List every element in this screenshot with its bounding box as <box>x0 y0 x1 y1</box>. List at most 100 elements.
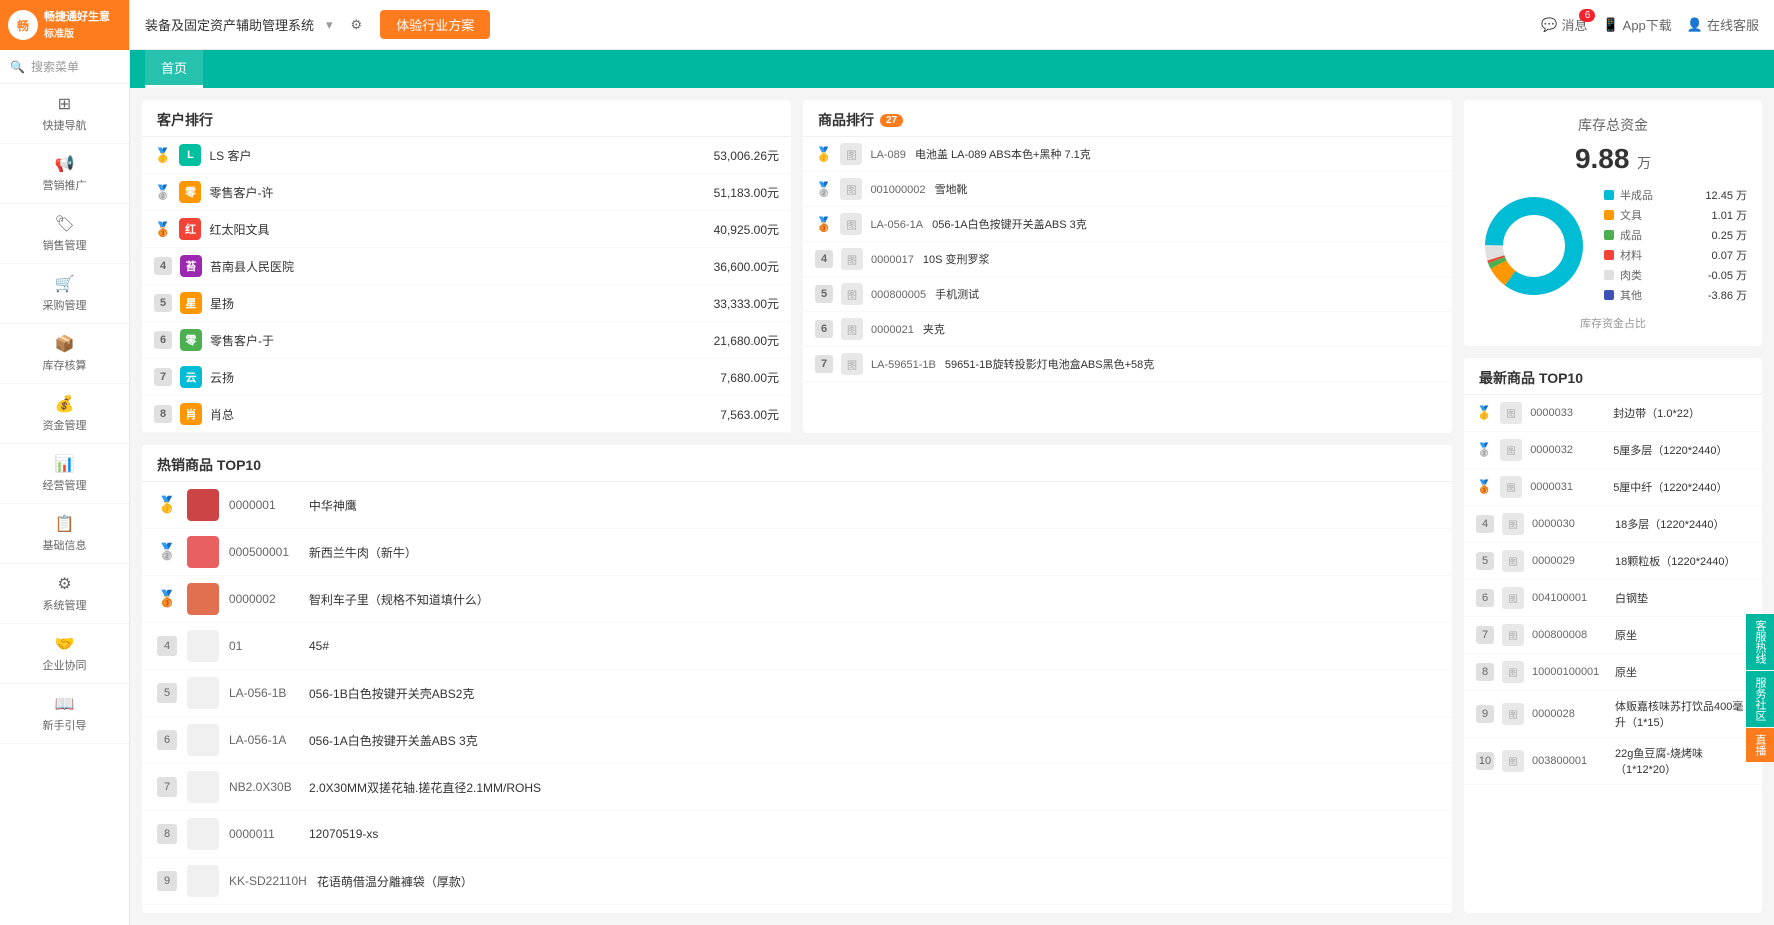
trial-button[interactable]: 体验行业方案 <box>380 10 490 39</box>
sidebar-item-inventory[interactable]: 📦 库存核算 <box>0 324 129 384</box>
system-name: 装备及固定资产辅助管理系统 <box>145 15 314 34</box>
product-info: 0000021 夹克 <box>871 321 1440 337</box>
rank-number: 7 <box>154 368 172 386</box>
sidebar-item-purchase[interactable]: 🛒 采购管理 <box>0 264 129 324</box>
rank-number: 9 <box>1476 705 1494 723</box>
hot-product-name: 12070519-xs <box>309 827 378 841</box>
latest-product-name: 18多层（1220*2440） <box>1615 516 1724 532</box>
sidebar-search[interactable]: 🔍 搜索菜单 <box>0 50 129 84</box>
tab-home[interactable]: 首页 <box>145 50 203 88</box>
latest-products-title: 最新商品 TOP10 <box>1479 368 1583 388</box>
latest-product-item: 4 图 0000030 18多层（1220*2440） <box>1464 506 1762 543</box>
sidebar-item-label: 基础信息 <box>43 537 87 553</box>
product-name: 手机测试 <box>935 289 979 301</box>
guide-icon: 📖 <box>55 694 75 714</box>
rank-medal-icon: 🥉 <box>1476 479 1492 495</box>
product-code: 000800005 <box>871 289 926 301</box>
hot-product-image <box>187 536 219 568</box>
latest-product-thumb: 图 <box>1502 513 1524 535</box>
latest-product-item: 8 图 10000100001 原坐 <box>1464 654 1762 691</box>
cs-hotline-button[interactable]: 客服热线 <box>1746 614 1774 670</box>
sidebar-item-system[interactable]: ⚙ 系统管理 <box>0 564 129 624</box>
settings-icon[interactable]: ⚙ <box>351 17 363 33</box>
hot-product-code: 0000002 <box>229 592 299 606</box>
rank-number: 6 <box>815 320 833 338</box>
latest-product-name: 封边带（1.0*22） <box>1613 405 1700 421</box>
rank-medal-icon: 🥉 <box>157 589 177 609</box>
latest-product-name: 体贩嘉核味苏打饮品400毫升（1*15） <box>1615 698 1750 730</box>
rank-medal-icon: 🥈 <box>157 542 177 562</box>
rank-amount: 36,600.00元 <box>714 258 779 275</box>
hot-product-image <box>187 489 219 521</box>
hot-products-list: 🥇 0000001 中华神鹰 🥈 000500001 新西兰牛肉（新牛） 🥉 0… <box>142 482 1452 905</box>
rank-number: 7 <box>157 777 177 797</box>
hot-product-name: 056-1B白色按键开关壳ABS2克 <box>309 685 474 702</box>
hot-product-image <box>187 771 219 803</box>
customer-rank-item: 🥇 L LS 客户 53,006.26元 <box>142 137 791 174</box>
search-icon: 🔍 <box>10 60 25 74</box>
sidebar-item-sales[interactable]: 🏷 销售管理 <box>0 204 129 264</box>
legend-dot <box>1604 230 1614 240</box>
search-label: 搜索菜单 <box>31 58 79 75</box>
cs-live-button[interactable]: 直播 <box>1746 728 1774 762</box>
sidebar-item-label: 销售管理 <box>43 237 87 253</box>
rank-name: LS 客户 <box>209 147 705 164</box>
nav-tabs: 首页 <box>130 50 1774 88</box>
sidebar-item-quick-nav[interactable]: ⊞ 快捷导航 <box>0 84 129 144</box>
legend-name: 文具 <box>1620 207 1706 223</box>
sidebar-item-marketing[interactable]: 📢 营销推广 <box>0 144 129 204</box>
finance-icon: 💰 <box>55 394 75 414</box>
rank-amount: 53,006.26元 <box>714 147 779 164</box>
hot-products-header: 热销商品 TOP10 <box>142 445 1452 482</box>
dropdown-arrow-icon[interactable]: ▾ <box>326 17 333 33</box>
message-badge[interactable]: 💬 消息 6 <box>1541 15 1587 34</box>
product-code: 0000021 <box>871 324 914 336</box>
legend-value: 1.01 万 <box>1712 207 1747 223</box>
latest-product-thumb: 图 <box>1502 661 1524 683</box>
sidebar-item-finance[interactable]: 💰 资金管理 <box>0 384 129 444</box>
latest-products-panel: 最新商品 TOP10 🥇 图 0000033 封边带（1.0*22） 🥈 图 0… <box>1464 358 1762 913</box>
latest-product-name: 原坐 <box>1615 627 1637 643</box>
latest-product-code: 000800008 <box>1532 629 1607 641</box>
rank-number: 4 <box>815 250 833 268</box>
message-count: 6 <box>1579 9 1595 22</box>
product-rank-item: 4 图 0000017 10S 变刑罗浆 <box>803 242 1452 277</box>
logo-subtitle: 标准版 <box>44 25 110 40</box>
logo-title: 畅捷通好生意 <box>44 10 110 24</box>
customer-rank-item: 7 云 云扬 7,680.00元 <box>142 359 791 396</box>
product-name: 雪地靴 <box>935 184 968 196</box>
sidebar: 畅 畅捷通好生意 标准版 🔍 搜索菜单 ⊞ 快捷导航 📢 营销推广 🏷 销售管理… <box>0 0 130 925</box>
sidebar-item-operations[interactable]: 📊 经营管理 <box>0 444 129 504</box>
customer-rank-item: 6 零 零售客户-于 21,680.00元 <box>142 322 791 359</box>
sidebar-item-label: 快捷导航 <box>43 117 87 133</box>
rank-number: 8 <box>1476 663 1494 681</box>
legend-name: 肉类 <box>1620 267 1702 283</box>
rank-amount: 40,925.00元 <box>714 221 779 238</box>
sidebar-item-basic-info[interactable]: 📋 基础信息 <box>0 504 129 564</box>
cs-community-button[interactable]: 服务社区 <box>1746 671 1774 727</box>
product-name: 59651-1B旋转投影灯电池盒ABS黑色+58克 <box>945 359 1154 371</box>
hot-product-image <box>187 630 219 662</box>
product-code: LA-089 <box>870 149 905 161</box>
system-icon: ⚙ <box>57 574 71 594</box>
product-rank-item: 🥉 图 LA-056-1A 056-1A白色按键开关盖ABS 3克 <box>803 207 1452 242</box>
rank-number: 6 <box>1476 589 1494 607</box>
app-download-badge[interactable]: 📱 App下载 <box>1602 15 1671 34</box>
online-service-badge[interactable]: 👤 在线客服 <box>1687 15 1759 34</box>
hot-product-code: 000500001 <box>229 545 299 559</box>
sidebar-item-label: 企业协同 <box>43 657 87 673</box>
hot-product-name: 花语萌借温分離褲袋（厚款） <box>317 873 473 890</box>
product-thumb: 图 <box>841 353 863 375</box>
legend-name: 材料 <box>1620 247 1706 263</box>
product-thumb: 图 <box>841 248 863 270</box>
latest-product-thumb: 图 <box>1502 587 1524 609</box>
product-ranking-badge: 27 <box>880 114 903 127</box>
product-info: 001000002 雪地靴 <box>870 181 1440 197</box>
quick-nav-icon: ⊞ <box>58 94 71 114</box>
rank-name: 肖总 <box>210 406 712 423</box>
latest-product-code: 0000032 <box>1530 444 1605 456</box>
latest-product-name: 22g鱼豆腐-烧烤味（1*12*20） <box>1615 745 1750 777</box>
latest-product-thumb: 图 <box>1502 750 1524 772</box>
sidebar-item-cooperation[interactable]: 🤝 企业协同 <box>0 624 129 684</box>
sidebar-item-guide[interactable]: 📖 新手引导 <box>0 684 129 744</box>
